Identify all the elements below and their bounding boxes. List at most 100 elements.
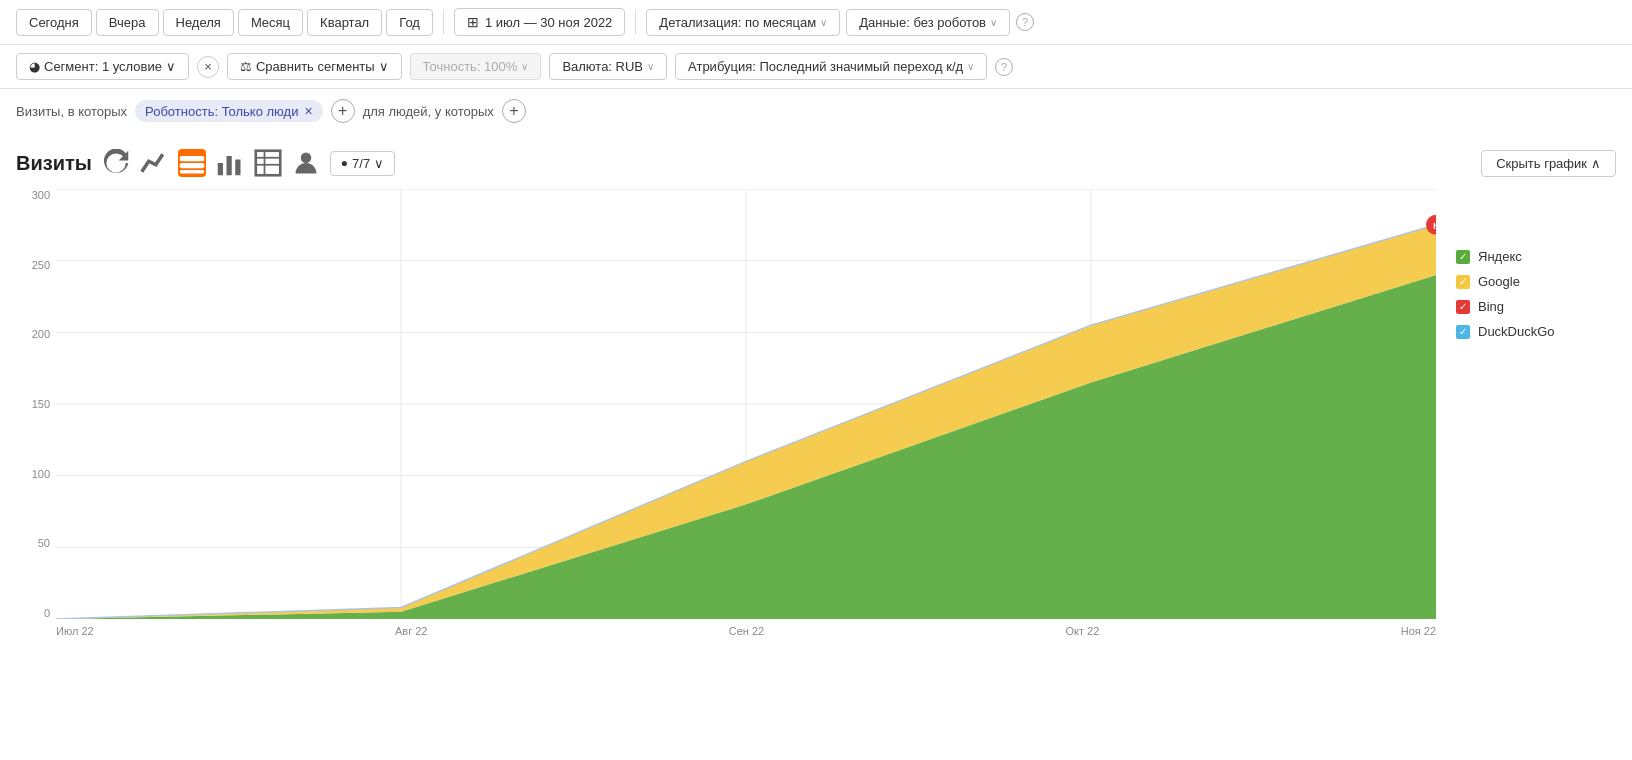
- filter-bar: ◕ Сегмент: 1 условие ∨ × ⚖ Сравнить сегм…: [0, 45, 1632, 89]
- chart-title: Визиты: [16, 152, 92, 175]
- y-label: 200: [32, 328, 50, 340]
- legend-item-duckduckgo: ✓DuckDuckGo: [1456, 324, 1616, 339]
- accuracy-chevron: ∨: [521, 61, 528, 72]
- grid-icon: ⊞: [467, 14, 479, 30]
- chart-svg: н: [56, 189, 1436, 619]
- line-chart-button[interactable]: [140, 149, 168, 177]
- svg-rect-5: [235, 160, 240, 176]
- period-btn-квартал[interactable]: Квартал: [307, 9, 382, 36]
- chart-header: Визиты: [16, 149, 1616, 177]
- metrics-label: 7/7: [352, 156, 370, 171]
- data-chevron: ∨: [990, 17, 997, 28]
- line-chart-icon: [140, 149, 168, 177]
- detail-chevron: ∨: [820, 17, 827, 28]
- tag-pill: Роботность: Только люди ×: [135, 100, 323, 122]
- x-label: Сен 22: [729, 625, 764, 637]
- period-btn-месяц[interactable]: Месяц: [238, 9, 303, 36]
- y-axis: 050100150200250300: [16, 189, 56, 619]
- x-axis: Июл 22Авг 22Сен 22Окт 22Ноя 22: [56, 619, 1436, 649]
- person-icon: [292, 149, 320, 177]
- attribution-chevron: ∨: [967, 61, 974, 72]
- data-button[interactable]: Данные: без роботов ∨: [846, 9, 1010, 36]
- for-people-text: для людей, у которых: [363, 104, 494, 119]
- currency-chevron: ∨: [647, 61, 654, 72]
- currency-button[interactable]: Валюта: RUB ∨: [549, 53, 667, 80]
- y-label: 100: [32, 468, 50, 480]
- date-range-button[interactable]: ⊞ 1 июл — 30 ноя 2022: [454, 8, 625, 36]
- visits-text: Визиты, в которых: [16, 104, 127, 119]
- stacked-area-button[interactable]: [178, 149, 206, 177]
- y-label: 300: [32, 189, 50, 201]
- segment-chevron: ∨: [166, 59, 176, 74]
- svg-rect-1: [180, 163, 205, 168]
- legend-item-google: ✓ Google: [1456, 274, 1616, 289]
- table-button[interactable]: [254, 149, 282, 177]
- accuracy-label: Точность: 100%: [423, 59, 518, 74]
- x-label: Авг 22: [395, 625, 427, 637]
- hide-chart-button[interactable]: Скрыть график ∧: [1481, 150, 1616, 177]
- refresh-icon-button[interactable]: [102, 149, 130, 177]
- tag-close[interactable]: ×: [304, 103, 312, 119]
- period-btn-сегодня[interactable]: Сегодня: [16, 9, 92, 36]
- metrics-icon: ●: [341, 156, 348, 170]
- date-range-label: 1 июл — 30 ноя 2022: [485, 15, 612, 30]
- segment-icon: ◕: [29, 59, 40, 74]
- stacked-area-icon: [178, 149, 206, 177]
- help-icon-2[interactable]: ?: [995, 58, 1013, 76]
- x-label: Июл 22: [56, 625, 94, 637]
- compare-button[interactable]: ⚖ Сравнить сегменты ∨: [227, 53, 402, 80]
- person-button[interactable]: [292, 149, 320, 177]
- svg-rect-0: [180, 156, 205, 161]
- currency-label: Валюта: RUB: [562, 59, 643, 74]
- table-icon: [254, 149, 282, 177]
- legend-label: Яндекс: [1478, 249, 1522, 264]
- segment-row: Визиты, в которых Роботность: Только люд…: [0, 89, 1632, 133]
- help-icon-1[interactable]: ?: [1016, 13, 1034, 31]
- legend-label: Google: [1478, 274, 1520, 289]
- segment-button[interactable]: ◕ Сегмент: 1 условие ∨: [16, 53, 189, 80]
- legend: ✓ Яндекс ✓ Google ✓ Bing ✓DuckDuckGo: [1456, 249, 1616, 339]
- compare-chevron: ∨: [379, 59, 389, 74]
- accuracy-button[interactable]: Точность: 100% ∨: [410, 53, 542, 80]
- svg-rect-2: [180, 170, 205, 174]
- tag-label: Роботность: Только люди: [145, 104, 298, 119]
- svg-point-10: [301, 153, 312, 164]
- svg-rect-6: [256, 151, 281, 176]
- legend-check-яндекс: ✓: [1456, 250, 1470, 264]
- y-label: 250: [32, 259, 50, 271]
- legend-item-bing: ✓ Bing: [1456, 299, 1616, 314]
- metrics-chevron: ∨: [374, 156, 384, 171]
- refresh-icon: [102, 149, 130, 177]
- period-btn-вчера[interactable]: Вчера: [96, 9, 159, 36]
- top-bar: СегодняВчераНеделяМесяцКварталГод ⊞ 1 ию…: [0, 0, 1632, 45]
- svg-rect-3: [218, 163, 223, 175]
- period-btn-неделя[interactable]: Неделя: [163, 9, 234, 36]
- legend-label: Bing: [1478, 299, 1504, 314]
- chart-area: 050100150200250300 Июл 22Авг 22Сен 22Окт…: [16, 189, 1616, 649]
- y-label: 0: [44, 607, 50, 619]
- detail-button[interactable]: Детализация: по месяцам ∨: [646, 9, 840, 36]
- attribution-button[interactable]: Атрибуция: Последний значимый переход к/…: [675, 53, 987, 80]
- segment-label: Сегмент: 1 условие: [44, 59, 162, 74]
- hide-chart-label: Скрыть график: [1496, 156, 1587, 171]
- segment-close-button[interactable]: ×: [197, 56, 219, 78]
- legend-check-google: ✓: [1456, 275, 1470, 289]
- chart-svg-container: н: [56, 189, 1436, 619]
- detail-label: Детализация: по месяцам: [659, 15, 816, 30]
- add-condition-button[interactable]: +: [331, 99, 355, 123]
- separator-2: [635, 10, 636, 34]
- legend-check-bing: ✓: [1456, 300, 1470, 314]
- add-condition-button-2[interactable]: +: [502, 99, 526, 123]
- chart-title-row: Визиты: [16, 149, 395, 177]
- attribution-label: Атрибуция: Последний значимый переход к/…: [688, 59, 963, 74]
- y-label: 150: [32, 398, 50, 410]
- legend-check-duckduckgo: ✓: [1456, 325, 1470, 339]
- data-label: Данные: без роботов: [859, 15, 986, 30]
- bar-chart-button[interactable]: [216, 149, 244, 177]
- chart-section: Визиты: [0, 133, 1632, 649]
- period-btn-год[interactable]: Год: [386, 9, 433, 36]
- svg-rect-4: [226, 156, 231, 175]
- hide-chart-chevron: ∧: [1591, 156, 1601, 171]
- metrics-selector[interactable]: ● 7/7 ∨: [330, 151, 395, 176]
- x-label: Ноя 22: [1401, 625, 1436, 637]
